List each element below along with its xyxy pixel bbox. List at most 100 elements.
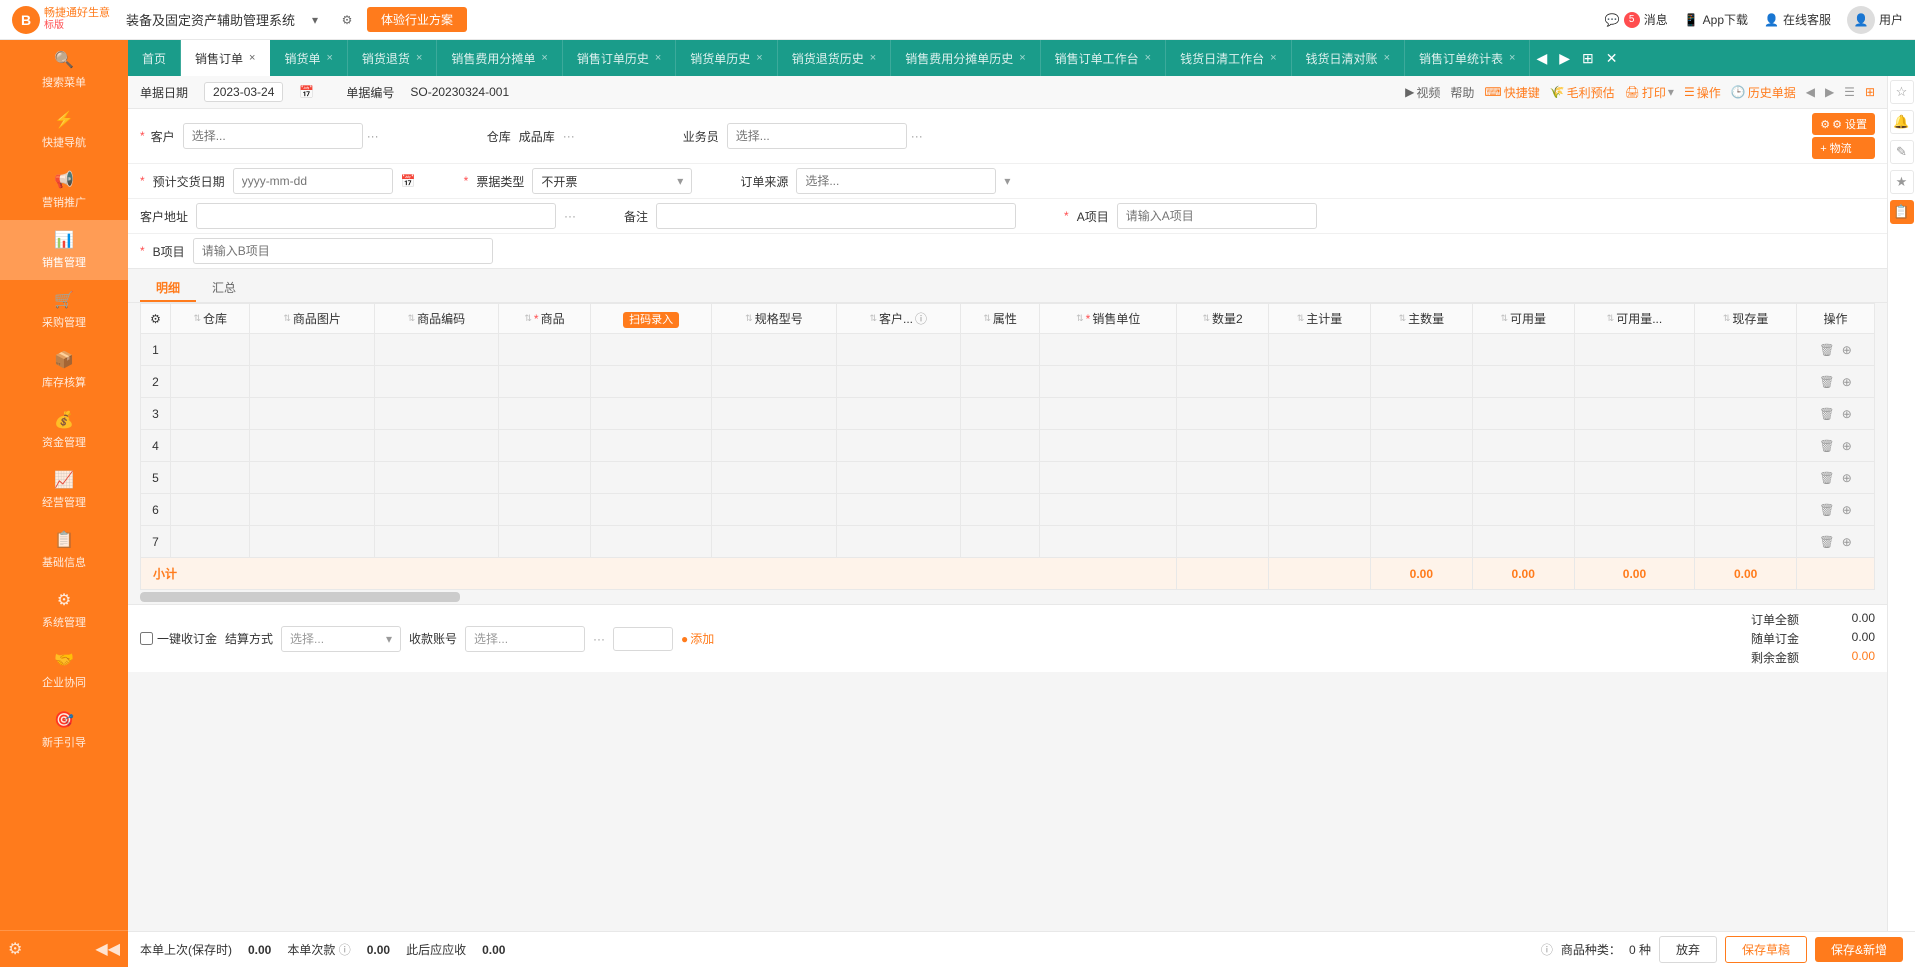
payment-method-select[interactable]: 选择... ▾ [281, 626, 401, 652]
deposit-amount-input[interactable]: 0.00 [613, 627, 673, 651]
view-toolbar-btn[interactable]: ▶ 视频 [1405, 84, 1440, 101]
cell-product-7[interactable] [499, 526, 591, 558]
cell-attr-6[interactable] [960, 494, 1039, 526]
copy-row-icon[interactable]: ⊕ [1842, 375, 1852, 389]
delete-row-icon[interactable]: 🗑 [1819, 439, 1834, 453]
cell-avail-6[interactable] [1472, 494, 1574, 526]
cell-unit-7[interactable] [1040, 526, 1177, 558]
cell-spec-3[interactable] [712, 398, 836, 430]
cell-avail-2[interactable] [1472, 366, 1574, 398]
one-click-checkbox[interactable] [140, 632, 153, 645]
right-icon-4[interactable]: ★ [1890, 170, 1914, 194]
product-kinds-icon[interactable]: ⓘ [1541, 941, 1553, 958]
message-item[interactable]: 💬 5 消息 [1605, 11, 1668, 28]
cell-attr-5[interactable] [960, 462, 1039, 494]
tab-sales-order-hist[interactable]: 销售订单历史 × [563, 40, 676, 76]
tab-sales-slip-hist[interactable]: 销货单历史 × [676, 40, 777, 76]
staff-dots-btn[interactable]: ··· [911, 129, 923, 143]
tab-detail[interactable]: 明细 [140, 275, 196, 302]
tab-summary[interactable]: 汇总 [196, 275, 252, 302]
col-sort-icon[interactable]: ⇅ [1500, 313, 1508, 324]
cell-avail2-6[interactable] [1574, 494, 1695, 526]
tab-close-icon[interactable]: × [1270, 52, 1276, 64]
sidebar-item-search[interactable]: 🔍 搜索菜单 [0, 40, 128, 100]
cell-mainqty-7[interactable] [1370, 526, 1472, 558]
delivery-input[interactable] [233, 168, 393, 194]
cell-avail-4[interactable] [1472, 430, 1574, 462]
tab-daily-workbench[interactable]: 钱货日清工作台 × [1166, 40, 1291, 76]
cell-attr-1[interactable] [960, 334, 1039, 366]
bank-account-select[interactable]: 选择... [465, 626, 585, 652]
cell-qty2-7[interactable] [1177, 526, 1269, 558]
date-value[interactable]: 2023-03-24 [204, 82, 283, 102]
sidebar-item-inventory[interactable]: 📦 库存核算 [0, 340, 128, 400]
print-toolbar-btn[interactable]: 🖨 打印 ▾ [1625, 84, 1674, 101]
copy-row-icon[interactable]: ⊕ [1842, 535, 1852, 549]
cell-mainunit-3[interactable] [1269, 398, 1371, 430]
logistics-quick-btn[interactable]: + 物流 [1812, 137, 1875, 159]
cell-attr-7[interactable] [960, 526, 1039, 558]
cell-stock-1[interactable] [1695, 334, 1797, 366]
cell-spec-7[interactable] [712, 526, 836, 558]
staff-input[interactable] [727, 123, 907, 149]
cell-img-4[interactable] [250, 430, 374, 462]
cell-mainqty-6[interactable] [1370, 494, 1472, 526]
tab-close-icon[interactable]: × [655, 52, 661, 64]
tab-expense-hist[interactable]: 销售费用分摊单历史 × [891, 40, 1040, 76]
customer-dots-btn[interactable]: ··· [367, 129, 379, 143]
user-item[interactable]: 👤 用户 [1847, 6, 1903, 34]
topbar-settings-icon[interactable]: ▾ [303, 8, 327, 32]
addr-input[interactable] [196, 203, 556, 229]
cell-unit-5[interactable] [1040, 462, 1177, 494]
cell-avail2-7[interactable] [1574, 526, 1695, 558]
sidebar-item-purchase[interactable]: 🛒 采购管理 [0, 280, 128, 340]
col-sort-icon[interactable]: ⇅ [1202, 313, 1210, 324]
tab-close-icon[interactable]: × [756, 52, 762, 64]
col-sort-icon[interactable]: ⇅ [983, 313, 991, 324]
cell-qty2-2[interactable] [1177, 366, 1269, 398]
addr-dots-btn[interactable]: ··· [564, 209, 576, 223]
list-view-icon[interactable]: ☰ [1844, 85, 1855, 99]
tab-sales-order[interactable]: 销售订单 × [181, 40, 270, 76]
tab-close-icon[interactable]: × [249, 52, 255, 64]
copy-row-icon[interactable]: ⊕ [1842, 343, 1852, 357]
cell-stock-2[interactable] [1695, 366, 1797, 398]
cell-avail2-4[interactable] [1574, 430, 1695, 462]
cell-avail-7[interactable] [1472, 526, 1574, 558]
tab-daily-reconcile[interactable]: 钱货日清对账 × [1292, 40, 1405, 76]
cell-code-7[interactable] [374, 526, 498, 558]
cell-spec-6[interactable] [712, 494, 836, 526]
cell-product-4[interactable] [499, 430, 591, 462]
cell-attr-4[interactable] [960, 430, 1039, 462]
cell-unit-1[interactable] [1040, 334, 1177, 366]
cell-spec-5[interactable] [712, 462, 836, 494]
order-source-input[interactable] [796, 168, 996, 194]
col-sort-icon[interactable]: ⇅ [193, 313, 201, 324]
invoice-select[interactable]: 不开票 ▾ [532, 168, 692, 194]
cell-product-6[interactable] [499, 494, 591, 526]
tab-close-icon[interactable]: × [870, 52, 876, 64]
sidebar-item-marketing[interactable]: 📢 营销推广 [0, 160, 128, 220]
cell-avail-1[interactable] [1472, 334, 1574, 366]
cell-img-1[interactable] [250, 334, 374, 366]
calendar-icon[interactable]: 📅 [299, 85, 314, 99]
right-icon-5[interactable]: 📋 [1890, 200, 1914, 224]
cell-avail-5[interactable] [1472, 462, 1574, 494]
cell-stock-7[interactable] [1695, 526, 1797, 558]
sidebar-item-operation[interactable]: 📈 经营管理 [0, 460, 128, 520]
sidebar-item-nav[interactable]: ⚡ 快捷导航 [0, 100, 128, 160]
right-icon-2[interactable]: 🔔 [1890, 110, 1914, 134]
cell-custno-6[interactable] [836, 494, 960, 526]
tab-sales-return[interactable]: 销货退货 × [348, 40, 437, 76]
cell-qty2-1[interactable] [1177, 334, 1269, 366]
cell-product-5[interactable] [499, 462, 591, 494]
tab-order-workbench[interactable]: 销售订单工作台 × [1041, 40, 1166, 76]
cell-custno-3[interactable] [836, 398, 960, 430]
col-info-icon[interactable]: ⓘ [915, 310, 927, 327]
cell-stock-3[interactable] [1695, 398, 1797, 430]
cell-code-4[interactable] [374, 430, 498, 462]
sidebar-item-collab[interactable]: 🤝 企业协同 [0, 640, 128, 700]
right-icon-1[interactable]: ☆ [1890, 80, 1914, 104]
history-toolbar-btn[interactable]: 🕒 历史单据 [1731, 84, 1796, 101]
remark-input[interactable] [656, 203, 1016, 229]
